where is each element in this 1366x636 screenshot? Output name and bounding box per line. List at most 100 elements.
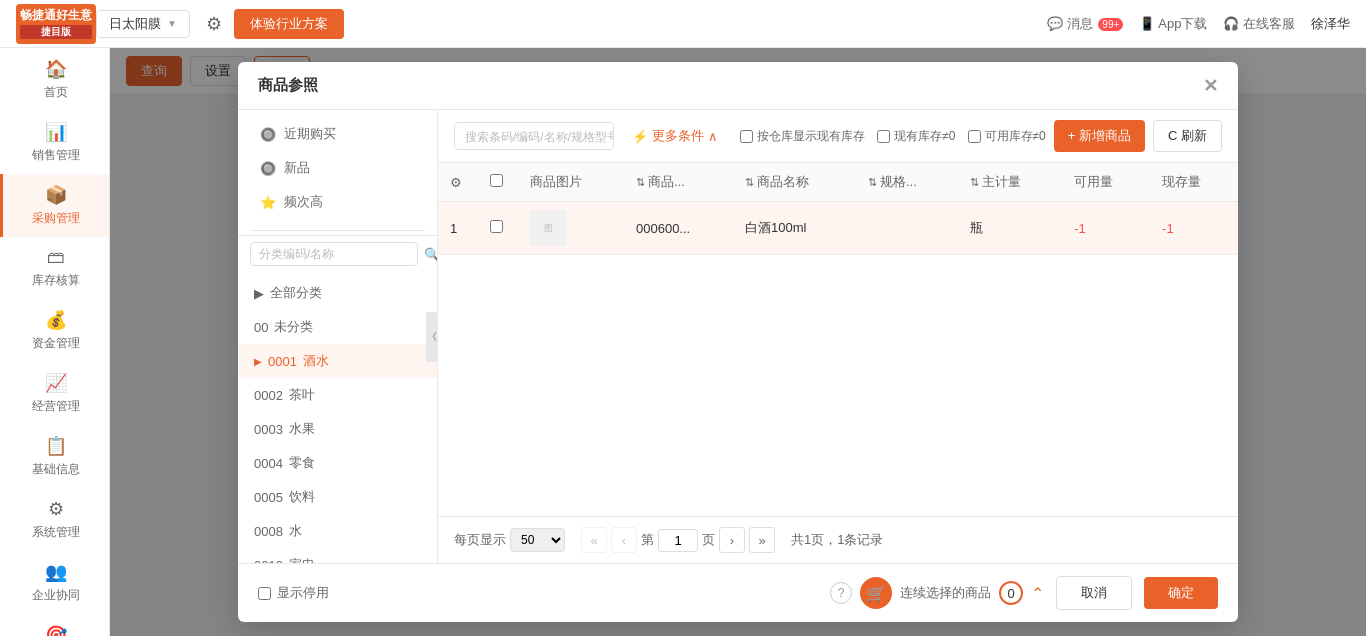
row-checkbox[interactable]: [490, 220, 503, 233]
app-download-link[interactable]: 📱 App下载: [1139, 15, 1207, 33]
sidebar-item-purchase[interactable]: 📦 采购管理: [0, 174, 109, 237]
operations-icon: 📈: [45, 372, 67, 394]
sidebar-item-inventory[interactable]: 🗃 库存核算: [0, 237, 109, 299]
product-search-wrapper: 🔍: [454, 122, 614, 150]
th-code[interactable]: 商品...: [624, 163, 733, 202]
product-thumbnail: 图: [530, 210, 566, 246]
navbar-actions: ⚙ 体验行业方案: [206, 9, 344, 39]
available-not-zero-label[interactable]: 可用库存≠0: [968, 128, 1046, 145]
message-link[interactable]: 💬 消息 99+: [1047, 15, 1123, 33]
th-unit[interactable]: 主计量: [958, 163, 1063, 202]
modal-title: 商品参照: [258, 76, 318, 95]
modal-toolbar-actions: + 新增商品 C 刷新: [1054, 120, 1222, 152]
category-search-input[interactable]: [250, 242, 418, 266]
th-image: 商品图片: [518, 163, 624, 202]
page-size-select[interactable]: 10 20 50 100: [510, 528, 565, 552]
inventory-icon: 🗃: [47, 247, 65, 268]
product-search-input[interactable]: [455, 124, 614, 149]
show-disabled-checkbox[interactable]: [258, 587, 271, 600]
chevron-down-icon: ▼: [167, 18, 177, 29]
show-disabled-label[interactable]: 显示停用: [258, 584, 329, 602]
sidebar: 🏠 首页 📊 销售管理 📦 采购管理 🗃 库存核算 💰 资金管理 📈 经营管理 …: [0, 48, 110, 636]
category-code: 0004: [254, 456, 283, 471]
category-item-0008[interactable]: 0008 水: [238, 514, 437, 548]
category-list: ▶ 全部分类 00 未分类 ▶ 0001 酒水: [238, 272, 437, 563]
category-item-0004[interactable]: 0004 零食: [238, 446, 437, 480]
sidebar-item-label: 库存核算: [32, 272, 80, 289]
modal-footer: 显示停用 ? 🛒 连续选择的商品 0 ⌃ 取消 确定: [238, 563, 1238, 622]
sidebar-item-collab[interactable]: 👥 企业协同: [0, 551, 109, 614]
experience-btn[interactable]: 体验行业方案: [234, 9, 344, 39]
modal-toolbar: 🔍 ⚡ 更多条件 ∧ 按仓库显示现有库存: [438, 110, 1238, 163]
next-page-btn[interactable]: ›: [719, 527, 745, 553]
modal-header: 商品参照 ✕: [238, 62, 1238, 110]
category-all[interactable]: ▶ 全部分类: [238, 276, 437, 310]
store-selector[interactable]: 日太阳膜 ▼: [96, 10, 190, 38]
category-item-0005[interactable]: 0005 饮料: [238, 480, 437, 514]
th-name[interactable]: 商品名称: [733, 163, 856, 202]
page-input[interactable]: [658, 529, 698, 552]
sidebar-item-basics[interactable]: 📋 基础信息: [0, 425, 109, 488]
th-checkbox[interactable]: [478, 163, 518, 202]
prev-page-btn[interactable]: ‹: [611, 527, 637, 553]
sidebar-item-label: 采购管理: [32, 210, 80, 227]
table-row[interactable]: 1 图 000600... 白酒100ml: [438, 202, 1238, 255]
cart-icon[interactable]: 🛒: [860, 577, 892, 609]
collapse-panel-btn[interactable]: 《: [426, 312, 438, 362]
add-product-btn[interactable]: + 新增商品: [1054, 120, 1145, 152]
sidebar-item-operations[interactable]: 📈 经营管理: [0, 362, 109, 425]
navbar-right: 💬 消息 99+ 📱 App下载 🎧 在线客服 徐泽华: [1047, 15, 1350, 33]
warehouse-filter-checkbox[interactable]: [740, 130, 753, 143]
confirm-btn[interactable]: 确定: [1144, 577, 1218, 609]
sidebar-item-home[interactable]: 🏠 首页: [0, 48, 109, 111]
last-page-btn[interactable]: »: [749, 527, 775, 553]
main-layout: 🏠 首页 📊 销售管理 📦 采购管理 🗃 库存核算 💰 资金管理 📈 经营管理 …: [0, 48, 1366, 636]
service-link[interactable]: 🎧 在线客服: [1223, 15, 1295, 33]
category-code: 0005: [254, 490, 283, 505]
th-spec[interactable]: 规格...: [856, 163, 958, 202]
select-all-checkbox[interactable]: [490, 174, 503, 187]
cell-checkbox[interactable]: [478, 202, 518, 255]
sidebar-item-finance[interactable]: 💰 资金管理: [0, 299, 109, 362]
sidebar-item-system[interactable]: ⚙ 系统管理: [0, 488, 109, 551]
new-items-icon: 🔘: [260, 161, 276, 176]
cart-collapse-arrow[interactable]: ⌃: [1031, 584, 1044, 603]
th-stock: 现存量: [1150, 163, 1238, 202]
tab-new-items[interactable]: 🔘 新品: [250, 152, 425, 184]
tab-recent-buy[interactable]: 🔘 近期购买: [250, 118, 425, 150]
category-item-0002[interactable]: 0002 茶叶: [238, 378, 437, 412]
refresh-btn[interactable]: C 刷新: [1153, 120, 1222, 152]
cell-available: -1: [1062, 202, 1150, 255]
category-item-0010[interactable]: 0010 家电: [238, 548, 437, 563]
available-not-zero-checkbox[interactable]: [968, 130, 981, 143]
active-arrow: ▶: [254, 356, 262, 367]
product-table-wrapper: ⚙ 商品图片 商品... 商品名称 规格... 主计量 可用量 现存量: [438, 163, 1238, 516]
category-item-00[interactable]: 00 未分类: [238, 310, 437, 344]
modal-overlay[interactable]: 商品参照 ✕ 🔘 近期购买 🔘: [110, 48, 1366, 636]
stock-not-zero-checkbox[interactable]: [877, 130, 890, 143]
warehouse-filter-label[interactable]: 按仓库显示现有库存: [740, 128, 865, 145]
tab-frequent[interactable]: ⭐ 频次高: [250, 186, 425, 218]
user-name: 徐泽华: [1311, 15, 1350, 33]
sidebar-item-sales[interactable]: 📊 销售管理: [0, 111, 109, 174]
stock-not-zero-label[interactable]: 现有库存≠0: [877, 128, 955, 145]
gear-icon[interactable]: ⚙: [206, 13, 222, 35]
category-code: 0001: [268, 354, 297, 369]
filter-icon: ⚡: [632, 129, 648, 144]
cell-name: 白酒100ml: [733, 202, 856, 255]
th-settings[interactable]: ⚙: [438, 163, 478, 202]
first-page-btn[interactable]: «: [581, 527, 607, 553]
cell-unit: 瓶: [958, 202, 1063, 255]
category-item-0001[interactable]: ▶ 0001 酒水: [238, 344, 437, 378]
product-table: ⚙ 商品图片 商品... 商品名称 规格... 主计量 可用量 现存量: [438, 163, 1238, 255]
cancel-btn[interactable]: 取消: [1056, 576, 1132, 610]
sidebar-item-guide[interactable]: 🎯 新手引导: [0, 614, 109, 636]
category-search-icon[interactable]: 🔍: [424, 247, 438, 262]
category-item-0003[interactable]: 0003 水果: [238, 412, 437, 446]
more-filter-btn[interactable]: ⚡ 更多条件 ∧: [622, 122, 728, 150]
category-name: 家电: [289, 556, 315, 563]
modal-close-button[interactable]: ✕: [1203, 77, 1218, 95]
help-icon-btn[interactable]: ?: [830, 582, 852, 604]
category-code: 0010: [254, 558, 283, 564]
app-logo: 畅捷通好生意 捷目版: [16, 4, 96, 44]
